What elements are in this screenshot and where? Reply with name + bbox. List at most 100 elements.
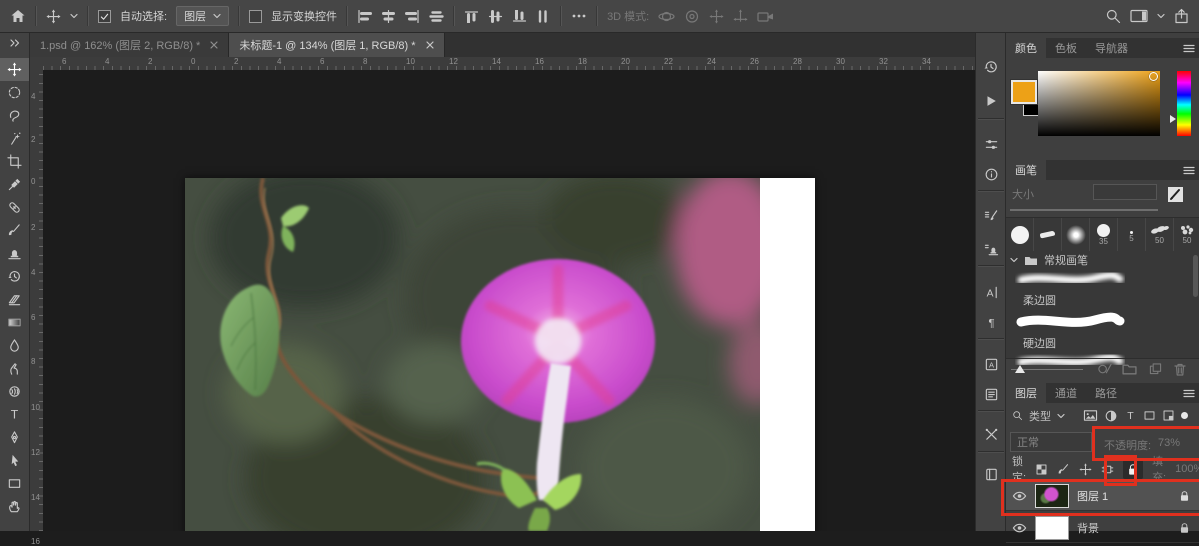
share-icon[interactable] bbox=[1174, 8, 1189, 24]
libraries-panel-icon[interactable] bbox=[976, 463, 1006, 486]
foreground-color-swatch[interactable] bbox=[1011, 80, 1037, 104]
visibility-eye-icon[interactable] bbox=[1012, 490, 1027, 502]
recent-brush-hard-round-5[interactable]: 5 bbox=[1118, 218, 1146, 251]
panel-menu-icon[interactable] bbox=[1183, 160, 1199, 180]
layer-name[interactable]: 背景 bbox=[1077, 520, 1099, 536]
actions-panel-icon[interactable] bbox=[976, 89, 1006, 112]
tool-blur-icon[interactable] bbox=[0, 334, 29, 357]
new-brush-icon[interactable] bbox=[1149, 363, 1162, 375]
tool-lasso-icon[interactable] bbox=[0, 104, 29, 127]
brush-edit-icon[interactable] bbox=[1167, 186, 1184, 203]
workspace-chevron-icon[interactable] bbox=[1157, 13, 1165, 19]
align-right-icon[interactable] bbox=[405, 10, 420, 23]
tool-move-icon[interactable] bbox=[0, 58, 29, 81]
filter-shape-layers-icon[interactable] bbox=[1143, 409, 1156, 422]
close-tab-icon[interactable] bbox=[210, 41, 218, 49]
brush-size-field[interactable] bbox=[1093, 184, 1157, 200]
tool-smudge-icon[interactable] bbox=[0, 357, 29, 380]
brush-group-row[interactable]: 常规画笔 bbox=[1006, 251, 1199, 269]
hue-slider[interactable] bbox=[1177, 71, 1191, 136]
collapse-toolbar-icon[interactable] bbox=[0, 33, 29, 53]
show-transform-checkbox[interactable] bbox=[249, 10, 262, 23]
filter-type-label[interactable]: 类型 bbox=[1029, 408, 1051, 424]
paragraph-styles-panel-icon[interactable] bbox=[976, 383, 1006, 406]
tool-healing-brush-icon[interactable] bbox=[0, 196, 29, 219]
workspace-switcher-icon[interactable] bbox=[1130, 9, 1148, 23]
auto-select-target-dropdown[interactable]: 图层 bbox=[176, 6, 229, 26]
document-canvas[interactable] bbox=[185, 178, 815, 531]
search-icon[interactable] bbox=[1105, 8, 1121, 24]
lock-all-toggle-icon[interactable] bbox=[1123, 460, 1143, 479]
chevron-down-icon[interactable] bbox=[1057, 413, 1065, 419]
tool-eraser-icon[interactable] bbox=[0, 288, 29, 311]
brush-settings-panel-icon[interactable] bbox=[976, 205, 1006, 228]
panel-menu-icon[interactable] bbox=[1183, 383, 1199, 403]
filter-toggle-icon[interactable] bbox=[1181, 412, 1188, 419]
lock-position-icon[interactable] bbox=[1079, 463, 1092, 476]
recent-brush-scatter[interactable]: 50 bbox=[1146, 218, 1174, 251]
character-styles-panel-icon[interactable]: A bbox=[976, 353, 1006, 376]
color-field-marker[interactable] bbox=[1149, 72, 1158, 81]
tab-navigator[interactable]: 导航器 bbox=[1086, 38, 1137, 58]
tab-paths[interactable]: 路径 bbox=[1086, 383, 1126, 403]
layer-name[interactable]: 图层 1 bbox=[1077, 488, 1108, 504]
filter-smart-objects-icon[interactable] bbox=[1162, 409, 1175, 422]
paragraph-panel-icon[interactable]: ¶ bbox=[976, 311, 1006, 334]
tool-presets-panel-icon[interactable] bbox=[976, 423, 1006, 446]
properties-panel-icon[interactable] bbox=[976, 133, 1006, 156]
filter-adjustment-layers-icon[interactable] bbox=[1104, 409, 1118, 423]
document-tab-1psd[interactable]: 1.psd @ 162% (图层 2, RGB/8) * bbox=[30, 33, 229, 57]
ruler-left[interactable]: 42 02 46 810 1214 16 bbox=[30, 70, 44, 531]
move-tool-icon[interactable] bbox=[46, 9, 61, 24]
document-tab-untitled1[interactable]: 未标题-1 @ 134% (图层 1, RGB/8) * bbox=[229, 33, 444, 57]
filter-type-layers-icon[interactable]: T bbox=[1124, 409, 1137, 422]
new-group-icon[interactable] bbox=[1122, 363, 1137, 375]
tool-marquee-icon[interactable] bbox=[0, 81, 29, 104]
color-field[interactable] bbox=[1038, 71, 1160, 136]
align-middle-vertical-icon[interactable] bbox=[488, 10, 503, 23]
home-icon[interactable] bbox=[10, 8, 26, 24]
tab-color[interactable]: 颜色 bbox=[1006, 38, 1046, 58]
tab-swatches[interactable]: 色板 bbox=[1046, 38, 1086, 58]
tool-clone-stamp-icon[interactable] bbox=[0, 242, 29, 265]
distribute-vertical-icon[interactable] bbox=[536, 10, 551, 23]
clone-source-panel-icon[interactable] bbox=[976, 238, 1006, 261]
brush-preset-soft-round[interactable]: 柔边圆 bbox=[1006, 269, 1199, 311]
brush-size-slider[interactable] bbox=[1010, 209, 1158, 211]
lock-artboard-icon[interactable] bbox=[1101, 463, 1114, 476]
align-center-horizontal-icon[interactable] bbox=[381, 10, 396, 23]
delete-brush-icon[interactable] bbox=[1174, 363, 1186, 376]
live-tip-preview-icon[interactable] bbox=[1097, 363, 1112, 375]
recent-brush-texture[interactable]: 50 bbox=[1174, 218, 1199, 251]
layer-row-1[interactable]: 图层 1 bbox=[1006, 481, 1199, 511]
align-left-icon[interactable] bbox=[357, 10, 372, 23]
auto-select-checkbox[interactable] bbox=[98, 10, 111, 23]
history-panel-icon[interactable] bbox=[976, 55, 1006, 78]
preview-size-slider[interactable] bbox=[1011, 364, 1083, 374]
tool-type-icon[interactable]: T bbox=[0, 403, 29, 426]
close-tab-icon[interactable] bbox=[426, 41, 434, 49]
ruler-top[interactable]: 64 20 24 68 1012 1416 1820 2224 2628 303… bbox=[43, 57, 975, 71]
tool-history-brush-icon[interactable] bbox=[0, 265, 29, 288]
recent-brush-hard-round-35[interactable]: 35 bbox=[1090, 218, 1118, 251]
opacity-value[interactable]: 73% bbox=[1158, 437, 1180, 449]
recent-brush-hard-round-large[interactable] bbox=[1006, 218, 1034, 251]
filter-pixel-layers-icon[interactable] bbox=[1083, 409, 1098, 422]
tool-gradient-icon[interactable] bbox=[0, 311, 29, 334]
tab-channels[interactable]: 通道 bbox=[1046, 383, 1086, 403]
tool-dodge-icon[interactable] bbox=[0, 380, 29, 403]
brush-preset-hard-round[interactable]: 硬边圆 bbox=[1006, 311, 1199, 354]
align-bottom-icon[interactable] bbox=[512, 10, 527, 23]
tool-eyedropper-icon[interactable] bbox=[0, 173, 29, 196]
align-top-icon[interactable] bbox=[464, 10, 479, 23]
tool-hand-icon[interactable] bbox=[0, 495, 29, 518]
layer-thumbnail[interactable] bbox=[1035, 516, 1069, 540]
fill-value[interactable]: 100% bbox=[1175, 463, 1199, 475]
distribute-horizontal-icon[interactable] bbox=[429, 10, 444, 23]
move-options-chevron-icon[interactable] bbox=[70, 13, 78, 19]
lock-image-icon[interactable] bbox=[1057, 463, 1070, 476]
character-panel-icon[interactable]: A bbox=[976, 281, 1006, 304]
info-panel-icon[interactable] bbox=[976, 163, 1006, 186]
tool-path-select-icon[interactable] bbox=[0, 449, 29, 472]
layer-thumbnail[interactable] bbox=[1035, 484, 1069, 508]
